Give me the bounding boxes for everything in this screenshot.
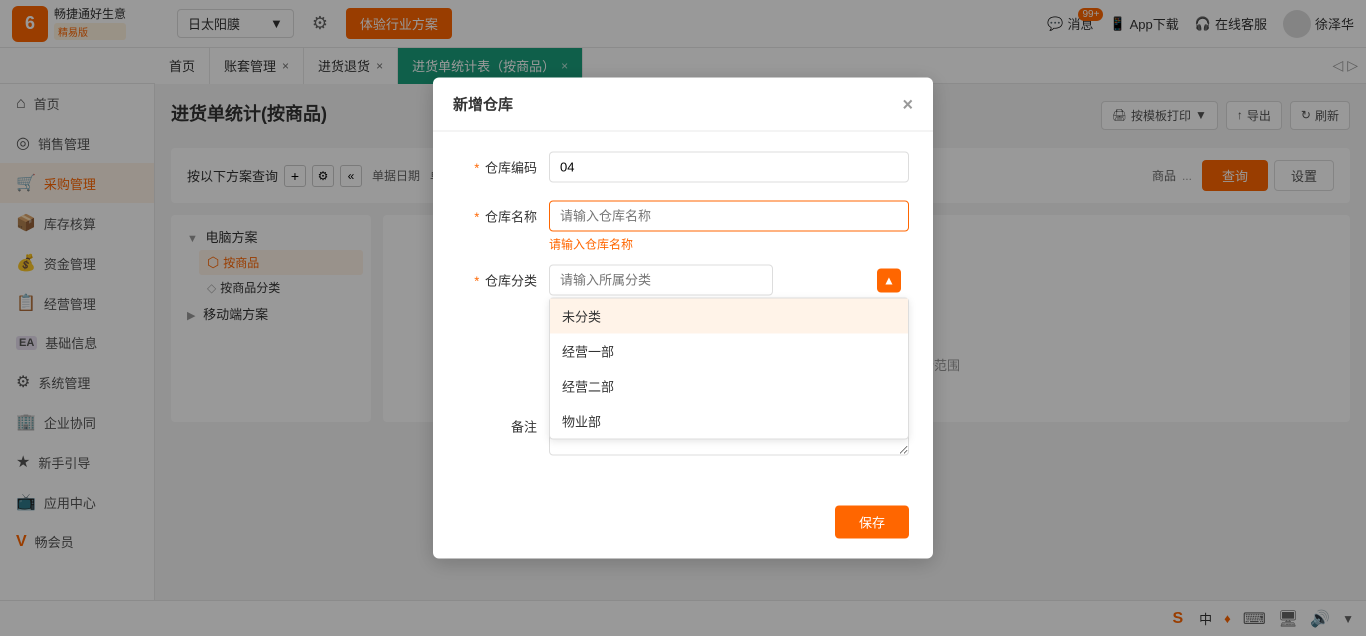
dialog-header: 新增仓库 × — [433, 78, 933, 132]
warehouse-code-label: * 仓库编码 — [457, 158, 537, 177]
required-star-code: * — [474, 161, 479, 176]
warehouse-name-row: * 仓库名称 — [457, 201, 909, 232]
dialog-footer: 保存 — [433, 494, 933, 559]
warehouse-name-label: * 仓库名称 — [457, 207, 537, 226]
dialog-close-button[interactable]: × — [902, 95, 913, 113]
remark-label: 备注 — [457, 416, 537, 435]
warehouse-category-label: * 仓库分类 — [457, 271, 537, 290]
dialog-title: 新增仓库 — [453, 94, 513, 115]
warehouse-code-row: * 仓库编码 — [457, 152, 909, 183]
warehouse-code-input[interactable] — [549, 152, 909, 183]
dropdown-item-unclassified[interactable]: 未分类 — [550, 299, 908, 334]
category-dropdown-list: 未分类 经营一部 经营二部 物业部 — [549, 298, 909, 440]
warehouse-name-input[interactable] — [549, 201, 909, 232]
required-star-cat: * — [474, 274, 479, 289]
category-dropdown-toggle[interactable]: ▲ — [877, 268, 901, 292]
required-star-name: * — [474, 210, 479, 225]
dialog-body: * 仓库编码 * 仓库名称 请输入仓库名称 * 仓库分类 ▲ 未 — [433, 132, 933, 494]
dropdown-item-dept1[interactable]: 经营一部 — [550, 334, 908, 369]
add-warehouse-dialog: 新增仓库 × * 仓库编码 * 仓库名称 请输入仓库名称 * 仓库分类 — [433, 78, 933, 559]
category-input[interactable] — [549, 265, 773, 296]
warehouse-category-row: * 仓库分类 ▲ 未分类 经营一部 经营二部 物业部 — [457, 265, 909, 296]
warehouse-name-error: 请输入仓库名称 — [549, 236, 909, 253]
dropdown-item-dept3[interactable]: 物业部 — [550, 404, 908, 439]
save-button[interactable]: 保存 — [835, 506, 909, 539]
category-input-wrap: ▲ 未分类 经营一部 经营二部 物业部 — [549, 265, 909, 296]
dropdown-item-dept2[interactable]: 经营二部 — [550, 369, 908, 404]
